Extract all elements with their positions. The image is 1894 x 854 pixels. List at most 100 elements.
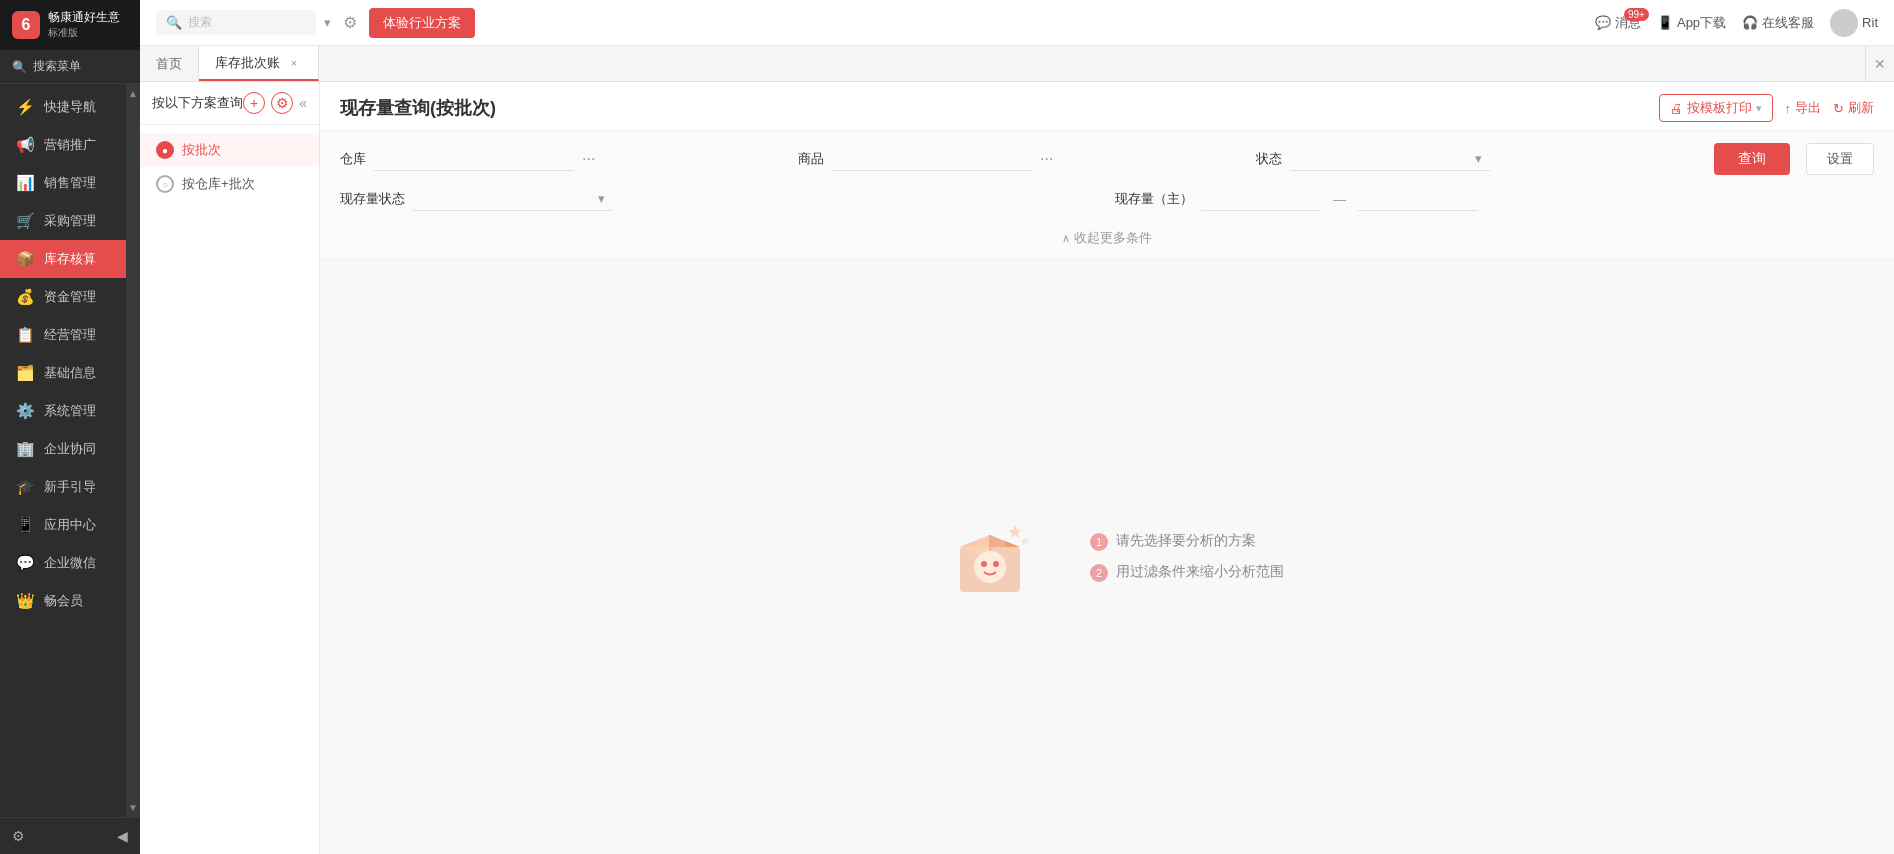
app-logo: 6 [12,11,40,39]
scroll-up-arrow[interactable]: ▲ [126,86,140,101]
sidebar-item-label: 企业微信 [44,554,96,572]
filter-row-2: 现存量状态 ▾ 现存量（主） — [340,187,1874,211]
user-item[interactable]: Rit [1830,9,1878,37]
refresh-icon: ↻ [1833,101,1844,116]
print-btn[interactable]: 🖨 按模板打印 ▾ [1659,94,1773,122]
app-center-icon: 📱 [16,516,34,534]
online-support-item[interactable]: 🎧 在线客服 [1742,14,1814,32]
search-label: 搜索菜单 [33,58,81,75]
settings-icon[interactable]: ⚙ [12,828,25,844]
sidebar-item-marketing[interactable]: 📢 营销推广 [0,126,126,164]
gear-scheme-btn[interactable]: ⚙ [271,92,293,114]
sidebar-item-label: 销售管理 [44,174,96,192]
sidebar-item-label: 应用中心 [44,516,96,534]
sidebar-item-label: 资金管理 [44,288,96,306]
stock-status-select[interactable]: ▾ [413,187,613,211]
left-panel: 按以下方案查询 + ⚙ « ● 按批次 ○ 按仓库+批次 [140,82,320,854]
stock-amount-dash: — [1329,192,1350,207]
system-icon: ⚙️ [16,402,34,420]
collapse-more-label: 收起更多条件 [1074,229,1152,247]
topbar: 🔍 搜索 ▾ ⚙ 体验行业方案 💬 消息 99+ 📱 App下载 🎧 在线客服 … [140,0,1894,46]
page-close-area[interactable]: ✕ [1865,46,1894,81]
collapse-left-panel-btn[interactable]: « [299,95,307,111]
sidebar-item-inventory[interactable]: 📦 库存核算 [0,240,126,278]
svg-marker-3 [1005,541,1020,547]
sidebar-item-quick-nav[interactable]: ⚡ 快捷导航 [0,88,126,126]
query-btn[interactable]: 查询 [1714,143,1790,175]
scheme-item-by-batch[interactable]: ● 按批次 [140,133,319,167]
app-edition: 标准版 [48,26,120,40]
sidebar-item-label: 经营管理 [44,326,96,344]
empty-state: 1 请先选择要分析的方案 2 用过滤条件来缩小分析范围 [320,260,1894,854]
export-btn[interactable]: ↑ 导出 [1785,99,1822,117]
filter-stock-amount: 现存量（主） — [1115,187,1874,211]
warehouse-more-btn[interactable]: ··· [582,151,595,167]
svg-marker-10 [1021,537,1029,545]
svg-point-7 [981,561,987,567]
sidebar-item-app-center[interactable]: 📱 应用中心 [0,506,126,544]
sidebar-item-basic[interactable]: 🗂️ 基础信息 [0,354,126,392]
filter-status: 状态 ▾ [1256,147,1698,171]
app-download-item[interactable]: 📱 App下载 [1657,14,1726,32]
refresh-btn[interactable]: ↻ 刷新 [1833,99,1874,117]
print-dropdown-icon[interactable]: ▾ [1756,102,1762,115]
scheme-active-dot: ● [156,141,174,159]
message-item[interactable]: 💬 消息 99+ [1595,14,1641,32]
tip-number-2: 2 [1090,564,1108,582]
sidebar-item-enterprise[interactable]: 🏢 企业协同 [0,430,126,468]
sidebar-header: 6 畅康通好生意 标准版 [0,0,140,50]
stock-amount-min[interactable] [1201,187,1321,211]
topbar-search-text: 搜索 [188,14,212,31]
tip-number-1: 1 [1090,533,1108,551]
sidebar-item-label: 营销推广 [44,136,96,154]
svg-point-8 [993,561,999,567]
sidebar-search[interactable]: 🔍 搜索菜单 [0,50,140,84]
sidebar-item-member[interactable]: 👑 畅会员 [0,582,126,620]
tab-home[interactable]: 首页 [140,46,199,81]
product-input[interactable] [832,147,1032,171]
sidebar-item-finance[interactable]: 💰 资金管理 [0,278,126,316]
main-area: 🔍 搜索 ▾ ⚙ 体验行业方案 💬 消息 99+ 📱 App下载 🎧 在线客服 … [140,0,1894,854]
new-guide-icon: 🎓 [16,478,34,496]
sidebar-item-label: 企业协同 [44,440,96,458]
sidebar-item-enterprise-wechat[interactable]: 💬 企业微信 [0,544,126,582]
sidebar-item-label: 系统管理 [44,402,96,420]
export-icon: ↑ [1785,101,1792,116]
topbar-dropdown-icon[interactable]: ▾ [324,15,331,30]
experience-btn[interactable]: 体验行业方案 [369,8,475,38]
svg-point-6 [974,551,1006,583]
scheme-item-by-warehouse-batch[interactable]: ○ 按仓库+批次 [140,167,319,201]
sidebar-item-new-guide[interactable]: 🎓 新手引导 [0,468,126,506]
topbar-gear-icon[interactable]: ⚙ [343,13,357,32]
scheme-outline-dot: ○ [156,175,174,193]
warehouse-input[interactable] [374,147,574,171]
tab-inventory-batch[interactable]: 库存批次账 × [199,46,319,81]
stock-amount-max[interactable] [1358,187,1478,211]
tab-close-btn[interactable]: × [286,55,302,71]
close-page-icon[interactable]: ✕ [1874,56,1886,72]
export-label: 导出 [1795,99,1821,117]
purchase-icon: 🛒 [16,212,34,230]
sidebar-item-operations[interactable]: 📋 经营管理 [0,316,126,354]
sidebar-item-sales[interactable]: 📊 销售管理 [0,164,126,202]
topbar-search-box[interactable]: 🔍 搜索 [156,10,316,35]
print-icon: 🖨 [1670,101,1683,116]
collapse-more-btn[interactable]: ∧ 收起更多条件 [340,223,1874,247]
member-icon: 👑 [16,592,34,610]
scroll-down-arrow[interactable]: ▼ [126,800,140,815]
scheme-label: 按仓库+批次 [182,175,255,193]
headset-icon: 🎧 [1742,15,1758,30]
empty-box-svg [940,507,1040,607]
filter-settings-btn[interactable]: 设置 [1806,143,1874,175]
tab-home-label: 首页 [156,55,182,73]
collapse-sidebar-icon[interactable]: ◀ [117,828,128,844]
product-more-btn[interactable]: ··· [1040,151,1053,167]
add-scheme-btn[interactable]: + [243,92,265,114]
sidebar-nav: ⚡ 快捷导航 📢 营销推广 📊 销售管理 🛒 采购管理 📦 库存核算 💰 [0,84,126,817]
sidebar-item-label: 新手引导 [44,478,96,496]
sidebar-item-label: 基础信息 [44,364,96,382]
sidebar-item-system[interactable]: ⚙️ 系统管理 [0,392,126,430]
sidebar-item-purchase[interactable]: 🛒 采购管理 [0,202,126,240]
status-select[interactable]: ▾ [1290,147,1490,171]
stock-status-dropdown-icon: ▾ [598,191,605,206]
